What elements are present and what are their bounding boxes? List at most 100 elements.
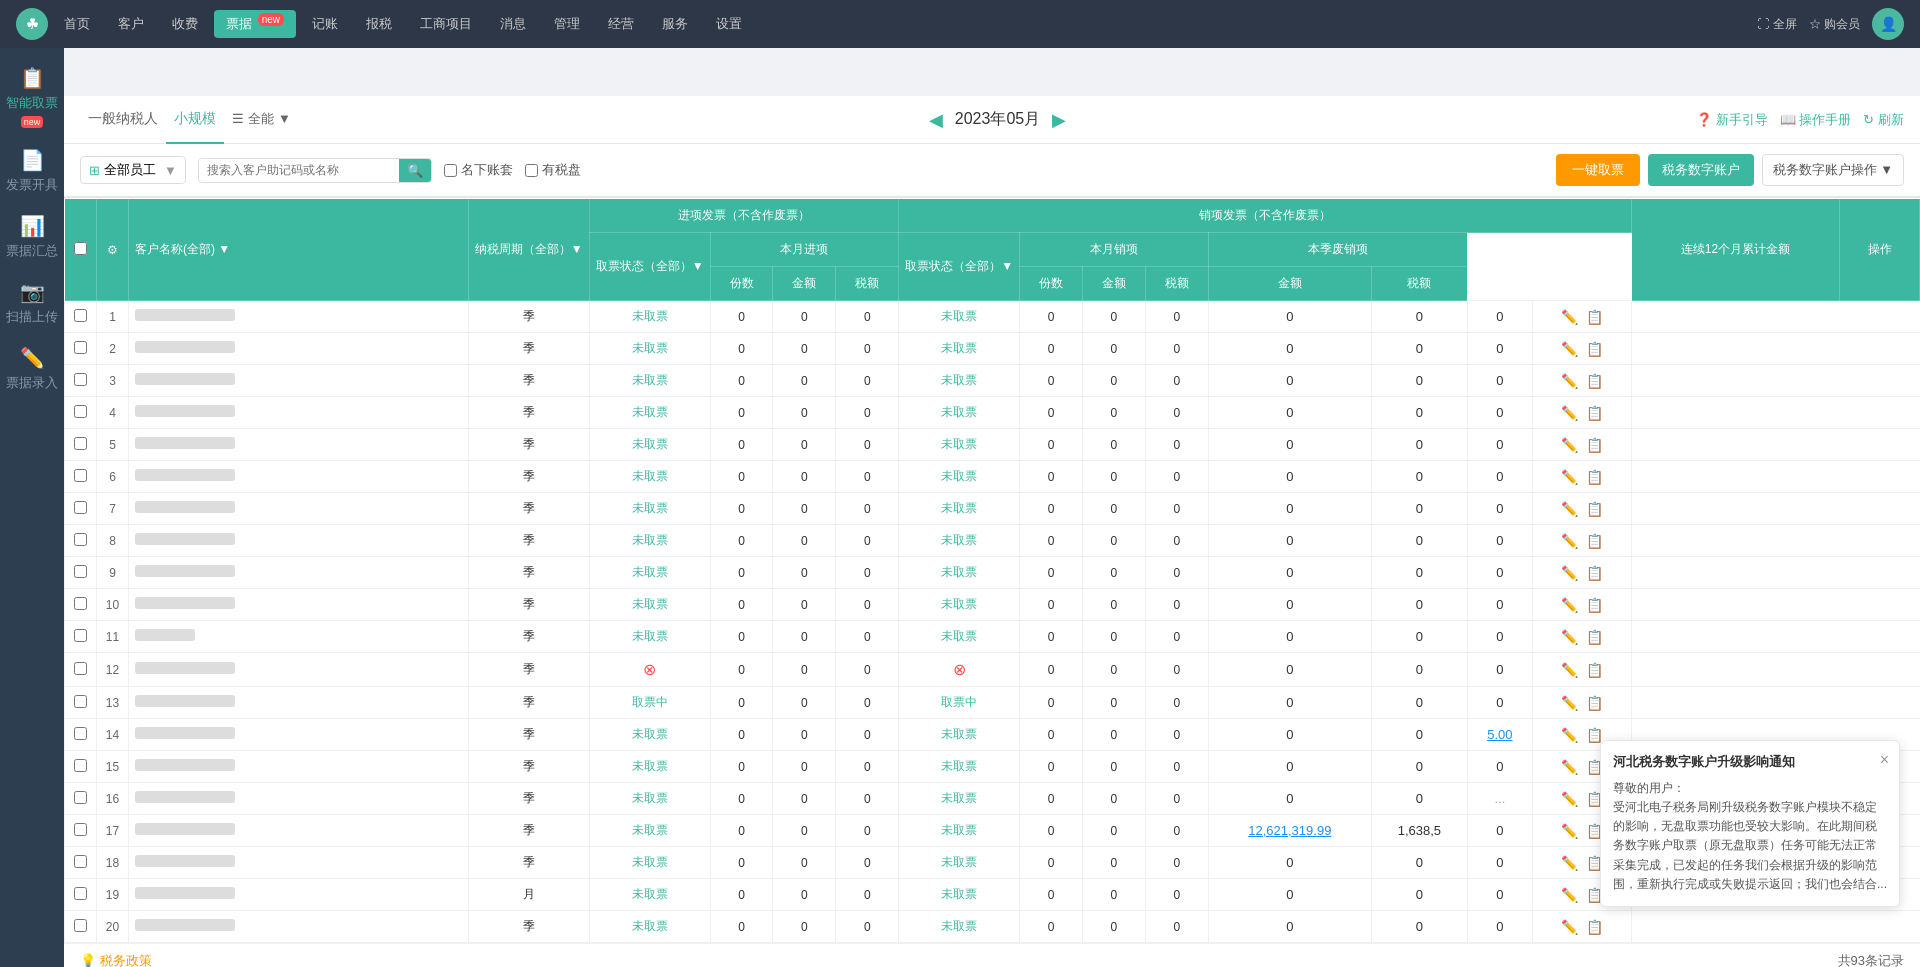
edit-icon[interactable]: ✏️ bbox=[1561, 309, 1578, 325]
copy-icon[interactable]: 📋 bbox=[1586, 919, 1603, 935]
row-checkbox[interactable] bbox=[74, 533, 87, 546]
nav-service[interactable]: 服务 bbox=[650, 11, 700, 37]
row-checkbox[interactable] bbox=[74, 309, 87, 322]
copy-icon[interactable]: 📋 bbox=[1586, 727, 1603, 743]
sidebar-item-smart-ticket[interactable]: 📋 智能取票 new bbox=[0, 56, 64, 138]
edit-icon[interactable]: ✏️ bbox=[1561, 533, 1578, 549]
copy-icon[interactable]: 📋 bbox=[1586, 565, 1603, 581]
nav-customer[interactable]: 客户 bbox=[106, 11, 156, 37]
copy-icon[interactable]: 📋 bbox=[1586, 629, 1603, 645]
edit-icon[interactable]: ✏️ bbox=[1561, 373, 1578, 389]
row-checkbox[interactable] bbox=[74, 791, 87, 804]
search-button[interactable]: 🔍 bbox=[399, 159, 431, 182]
copy-icon[interactable]: 📋 bbox=[1586, 309, 1603, 325]
edit-icon[interactable]: ✏️ bbox=[1561, 405, 1578, 421]
tax-account-ops-button[interactable]: 税务数字账户操作 ▼ bbox=[1762, 154, 1904, 186]
col-tax-period[interactable]: 纳税周期（全部）▼ bbox=[468, 199, 589, 301]
edit-icon[interactable]: ✏️ bbox=[1561, 887, 1578, 903]
refund-amount-value[interactable]: 12,621,319.99 bbox=[1248, 823, 1331, 838]
edit-icon[interactable]: ✏️ bbox=[1561, 791, 1578, 807]
row-checkbox[interactable] bbox=[74, 469, 87, 482]
sidebar-item-scan-upload[interactable]: 📷 扫描上传 bbox=[0, 270, 64, 336]
edit-icon[interactable]: ✏️ bbox=[1561, 341, 1578, 357]
copy-icon[interactable]: 📋 bbox=[1586, 405, 1603, 421]
col-customer-name[interactable]: 客户名称(全部) ▼ bbox=[129, 199, 469, 301]
nav-management[interactable]: 管理 bbox=[542, 11, 592, 37]
user-avatar[interactable]: 👤 bbox=[1872, 8, 1904, 40]
copy-icon[interactable]: 📋 bbox=[1586, 662, 1603, 678]
row-checkbox[interactable] bbox=[74, 823, 87, 836]
tab-all[interactable]: ☰ 全能 ▼ bbox=[224, 96, 299, 144]
cumulative-value[interactable]: 5.00 bbox=[1487, 727, 1512, 742]
nav-commerce[interactable]: 工商项目 bbox=[408, 11, 484, 37]
one-click-ticket-button[interactable]: 一键取票 bbox=[1556, 154, 1640, 186]
edit-icon[interactable]: ✏️ bbox=[1561, 662, 1578, 678]
row-checkbox[interactable] bbox=[74, 629, 87, 642]
col-out-fetch-status[interactable]: 取票状态（全部）▼ bbox=[899, 233, 1020, 301]
employee-filter-select[interactable]: ⊞ 全部员工 ▼ bbox=[80, 156, 186, 184]
search-input[interactable] bbox=[199, 159, 399, 181]
sub-account-checkbox[interactable]: 名下账套 bbox=[444, 161, 513, 179]
copy-icon[interactable]: 📋 bbox=[1586, 695, 1603, 711]
period-next-button[interactable]: ▶ bbox=[1052, 109, 1066, 131]
row-checkbox[interactable] bbox=[74, 695, 87, 708]
period-prev-button[interactable]: ◀ bbox=[929, 109, 943, 131]
row-checkbox[interactable] bbox=[74, 887, 87, 900]
copy-icon[interactable]: 📋 bbox=[1586, 533, 1603, 549]
row-checkbox[interactable] bbox=[74, 759, 87, 772]
nav-tax[interactable]: 报税 bbox=[354, 11, 404, 37]
nav-operation[interactable]: 经营 bbox=[596, 11, 646, 37]
row-checkbox[interactable] bbox=[74, 597, 87, 610]
row-checkbox[interactable] bbox=[74, 727, 87, 740]
tab-general-taxpayer[interactable]: 一般纳税人 bbox=[80, 96, 166, 144]
copy-icon[interactable]: 📋 bbox=[1586, 373, 1603, 389]
sidebar-item-invoice-entry[interactable]: ✏️ 票据录入 bbox=[0, 336, 64, 402]
sidebar-item-invoice-open[interactable]: 📄 发票开具 bbox=[0, 138, 64, 204]
row-checkbox[interactable] bbox=[74, 501, 87, 514]
nav-billing[interactable]: 收费 bbox=[160, 11, 210, 37]
copy-icon[interactable]: 📋 bbox=[1586, 501, 1603, 517]
edit-icon[interactable]: ✏️ bbox=[1561, 855, 1578, 871]
edit-icon[interactable]: ✏️ bbox=[1561, 597, 1578, 613]
row-checkbox[interactable] bbox=[74, 405, 87, 418]
manual-link[interactable]: 📖 操作手册 bbox=[1780, 111, 1852, 129]
row-checkbox[interactable] bbox=[74, 437, 87, 450]
row-checkbox[interactable] bbox=[74, 662, 87, 675]
edit-icon[interactable]: ✏️ bbox=[1561, 919, 1578, 935]
nav-accounting[interactable]: 记账 bbox=[300, 11, 350, 37]
edit-icon[interactable]: ✏️ bbox=[1561, 469, 1578, 485]
edit-icon[interactable]: ✏️ bbox=[1561, 823, 1578, 839]
tax-policy-link[interactable]: 💡 税务政策 bbox=[80, 952, 152, 967]
tax-disk-checkbox[interactable]: 有税盘 bbox=[525, 161, 581, 179]
refresh-link[interactable]: ↻ 刷新 bbox=[1863, 111, 1904, 129]
copy-icon[interactable]: 📋 bbox=[1586, 469, 1603, 485]
member-button[interactable]: ☆ 购会员 bbox=[1809, 16, 1860, 33]
edit-icon[interactable]: ✏️ bbox=[1561, 727, 1578, 743]
row-checkbox[interactable] bbox=[74, 565, 87, 578]
row-checkbox[interactable] bbox=[74, 341, 87, 354]
sidebar-item-invoice-summary[interactable]: 📊 票据汇总 bbox=[0, 204, 64, 270]
select-all-checkbox[interactable] bbox=[74, 242, 87, 255]
nav-message[interactable]: 消息 bbox=[488, 11, 538, 37]
edit-icon[interactable]: ✏️ bbox=[1561, 695, 1578, 711]
copy-icon[interactable]: 📋 bbox=[1586, 341, 1603, 357]
col-settings[interactable]: ⚙ bbox=[97, 199, 129, 301]
new-guide-link[interactable]: ❓ 新手引导 bbox=[1696, 111, 1768, 129]
row-checkbox[interactable] bbox=[74, 373, 87, 386]
edit-icon[interactable]: ✏️ bbox=[1561, 759, 1578, 775]
copy-icon[interactable]: 📋 bbox=[1586, 437, 1603, 453]
row-checkbox[interactable] bbox=[74, 919, 87, 932]
edit-icon[interactable]: ✏️ bbox=[1561, 437, 1578, 453]
nav-settings[interactable]: 设置 bbox=[704, 11, 754, 37]
edit-icon[interactable]: ✏️ bbox=[1561, 565, 1578, 581]
sub-account-input[interactable] bbox=[444, 164, 457, 177]
tax-account-button[interactable]: 税务数字账户 bbox=[1648, 154, 1754, 186]
col-in-fetch-status[interactable]: 取票状态（全部）▼ bbox=[589, 233, 710, 301]
edit-icon[interactable]: ✏️ bbox=[1561, 629, 1578, 645]
tab-small-scale[interactable]: 小规模 bbox=[166, 96, 224, 144]
nav-home[interactable]: 首页 bbox=[52, 11, 102, 37]
nav-invoice[interactable]: 票据 new bbox=[214, 10, 296, 37]
fullscreen-button[interactable]: ⛶ 全屏 bbox=[1757, 16, 1796, 33]
copy-icon[interactable]: 📋 bbox=[1586, 597, 1603, 613]
notification-close-button[interactable]: × bbox=[1880, 751, 1889, 769]
